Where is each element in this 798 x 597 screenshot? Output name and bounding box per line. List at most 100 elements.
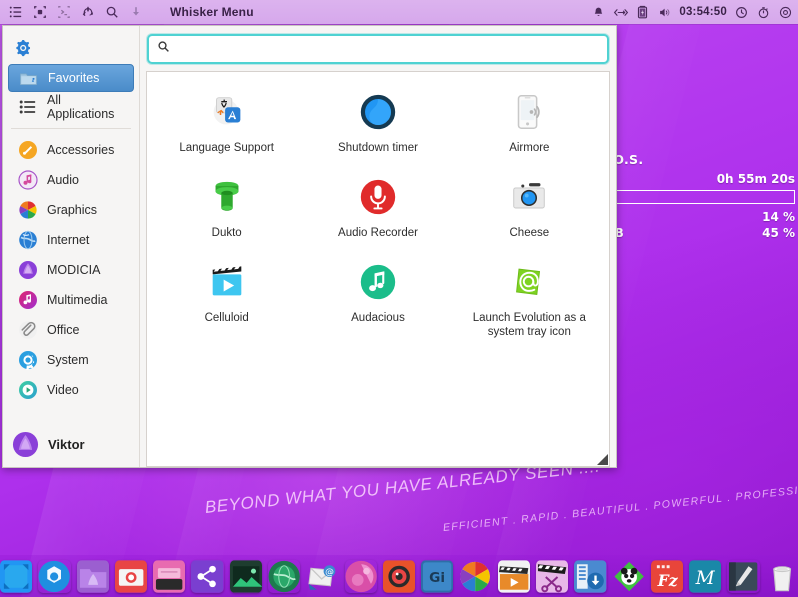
sidebar-item-label: Multimedia bbox=[47, 293, 108, 307]
dock-panda-icon[interactable] bbox=[613, 560, 645, 593]
sidebar-item-favorites[interactable]: Favorites bbox=[8, 64, 134, 92]
shutdown-timer-icon bbox=[356, 90, 400, 134]
app-item-evolution-tray[interactable]: Launch Evolution as a system tray icon bbox=[454, 256, 605, 345]
app-item-shutdown-timer[interactable]: Shutdown timer bbox=[302, 86, 453, 161]
sidebar-item-all-applications[interactable]: All Applications bbox=[8, 93, 134, 121]
network-icon[interactable] bbox=[610, 0, 631, 24]
sidebar-item-graphics[interactable]: Graphics bbox=[8, 196, 134, 224]
dock-m-icon[interactable]: M bbox=[689, 559, 722, 593]
notification-bell-icon[interactable] bbox=[588, 0, 609, 24]
system-icon bbox=[17, 350, 38, 371]
dock-filezilla-icon[interactable]: Fz bbox=[650, 559, 684, 593]
accessories-icon bbox=[17, 140, 38, 161]
modicia-icon bbox=[17, 260, 38, 281]
dock-folder-icon[interactable] bbox=[76, 559, 109, 593]
settings-circle-icon[interactable] bbox=[775, 0, 796, 24]
app-item-celluloid[interactable]: Celluloid bbox=[151, 256, 302, 345]
sidebar-item-label: Accessories bbox=[47, 143, 115, 157]
recycle-icon[interactable] bbox=[76, 0, 100, 24]
conky-row-value: 14 % bbox=[762, 210, 795, 224]
airmore-icon bbox=[507, 90, 551, 134]
dock-download-icon[interactable] bbox=[574, 559, 607, 593]
sidebar-item-label: MODICIA bbox=[47, 263, 101, 277]
search-input[interactable] bbox=[176, 41, 599, 57]
app-item-audio-recorder[interactable]: Audio Recorder bbox=[302, 171, 453, 246]
sidebar-item-label: Video bbox=[47, 383, 79, 397]
sidebar-item-internet[interactable]: Internet bbox=[8, 226, 134, 254]
app-item-language-support[interactable]: Language Support bbox=[151, 86, 302, 161]
dock-browser-icon[interactable] bbox=[345, 560, 377, 593]
app-label: Audio Recorder bbox=[338, 227, 418, 239]
dock-globe-icon[interactable] bbox=[268, 560, 300, 593]
dock-video-editor-icon[interactable] bbox=[497, 559, 530, 593]
sidebar-user-name: Viktor bbox=[48, 436, 85, 452]
workspace-grid-icon[interactable] bbox=[28, 0, 52, 24]
dock-eye-icon[interactable] bbox=[382, 559, 416, 593]
office-icon bbox=[17, 320, 38, 341]
panel-clock[interactable]: 03:54:50 bbox=[676, 6, 730, 18]
resize-grip[interactable] bbox=[597, 454, 608, 465]
sidebar-item-multimedia[interactable]: Multimedia bbox=[8, 286, 134, 314]
sidebar-item-label: System bbox=[47, 353, 89, 367]
app-label: Language Support bbox=[179, 142, 274, 154]
favorites-folder-icon bbox=[18, 68, 39, 89]
volume-icon[interactable] bbox=[654, 0, 675, 24]
sidebar-item-accessories[interactable]: Accessories bbox=[8, 136, 134, 164]
dock-trash-icon[interactable] bbox=[766, 560, 798, 593]
multimedia-icon bbox=[17, 290, 38, 311]
app-item-audacious[interactable]: Audacious bbox=[302, 256, 453, 345]
all-applications-icon bbox=[17, 97, 38, 118]
svg-text:Fz: Fz bbox=[656, 570, 678, 589]
sidebar-item-modicia[interactable]: MODICIA bbox=[8, 256, 134, 284]
sidebar-item-label: Graphics bbox=[47, 203, 98, 217]
search-icon bbox=[157, 40, 170, 58]
app-label: Dukto bbox=[211, 227, 242, 239]
panel-window-title: Whisker Menu bbox=[170, 5, 254, 19]
menu-list-icon[interactable] bbox=[4, 0, 28, 24]
top-panel: Whisker Menu 03:54:50 bbox=[0, 0, 798, 24]
dock-scanner-icon[interactable] bbox=[153, 559, 186, 593]
power-icon[interactable] bbox=[731, 0, 752, 24]
battery-icon[interactable] bbox=[632, 0, 653, 24]
gear-icon[interactable] bbox=[13, 37, 35, 59]
terminal-icon[interactable] bbox=[52, 0, 76, 24]
dukto-icon bbox=[205, 175, 249, 219]
dock-settings-icon[interactable] bbox=[38, 560, 71, 593]
sidebar-item-system[interactable]: System bbox=[8, 346, 134, 374]
dock-video-cut-icon[interactable] bbox=[535, 559, 569, 593]
app-item-dukto[interactable]: Dukto bbox=[151, 171, 302, 246]
app-label: Audacious bbox=[351, 312, 405, 324]
sidebar-user-row[interactable]: Viktor bbox=[3, 423, 139, 465]
internet-icon bbox=[17, 230, 38, 251]
dock-notes-icon[interactable] bbox=[727, 560, 759, 593]
dock-colorwheel-icon[interactable] bbox=[459, 560, 491, 593]
sidebar-item-label: All Applications bbox=[47, 93, 115, 121]
sidebar-item-label: Audio bbox=[47, 173, 79, 187]
dock-mail-icon[interactable]: @ bbox=[306, 560, 338, 593]
sidebar-item-video[interactable]: Video bbox=[8, 376, 134, 404]
panel-right-group: 03:54:50 bbox=[588, 0, 796, 24]
dock-gimp-icon[interactable]: Gi bbox=[421, 559, 454, 593]
sidebar-item-office[interactable]: Office bbox=[8, 316, 134, 344]
sidebar-item-audio[interactable]: Audio bbox=[8, 166, 134, 194]
app-item-airmore[interactable]: Airmore bbox=[454, 86, 605, 161]
search-icon[interactable] bbox=[100, 0, 124, 24]
timer-icon[interactable] bbox=[753, 0, 774, 24]
app-label: Cheese bbox=[509, 227, 550, 239]
desktop: BEYOND WHAT YOU HAVE ALREADY SEEN .... E… bbox=[0, 0, 798, 597]
sidebar-item-label: Office bbox=[47, 323, 80, 337]
whisker-menu-window: Favorites All Applications Accessories A… bbox=[2, 25, 617, 468]
app-item-cheese[interactable]: Cheese bbox=[454, 171, 605, 246]
whisker-sidebar: Favorites All Applications Accessories A… bbox=[3, 26, 140, 467]
audio-recorder-icon bbox=[356, 175, 400, 219]
dock-photo-icon[interactable] bbox=[229, 559, 263, 593]
dock-share-icon[interactable] bbox=[191, 559, 224, 593]
search-bar[interactable] bbox=[147, 34, 609, 64]
user-avatar bbox=[12, 431, 39, 458]
dock-files-icon[interactable] bbox=[0, 559, 33, 593]
dock-camera-icon[interactable] bbox=[114, 559, 148, 593]
app-grid: Language Support Shutdown timer Airmore … bbox=[147, 72, 609, 345]
download-icon[interactable] bbox=[124, 0, 148, 24]
whisker-settings-row bbox=[3, 32, 139, 64]
